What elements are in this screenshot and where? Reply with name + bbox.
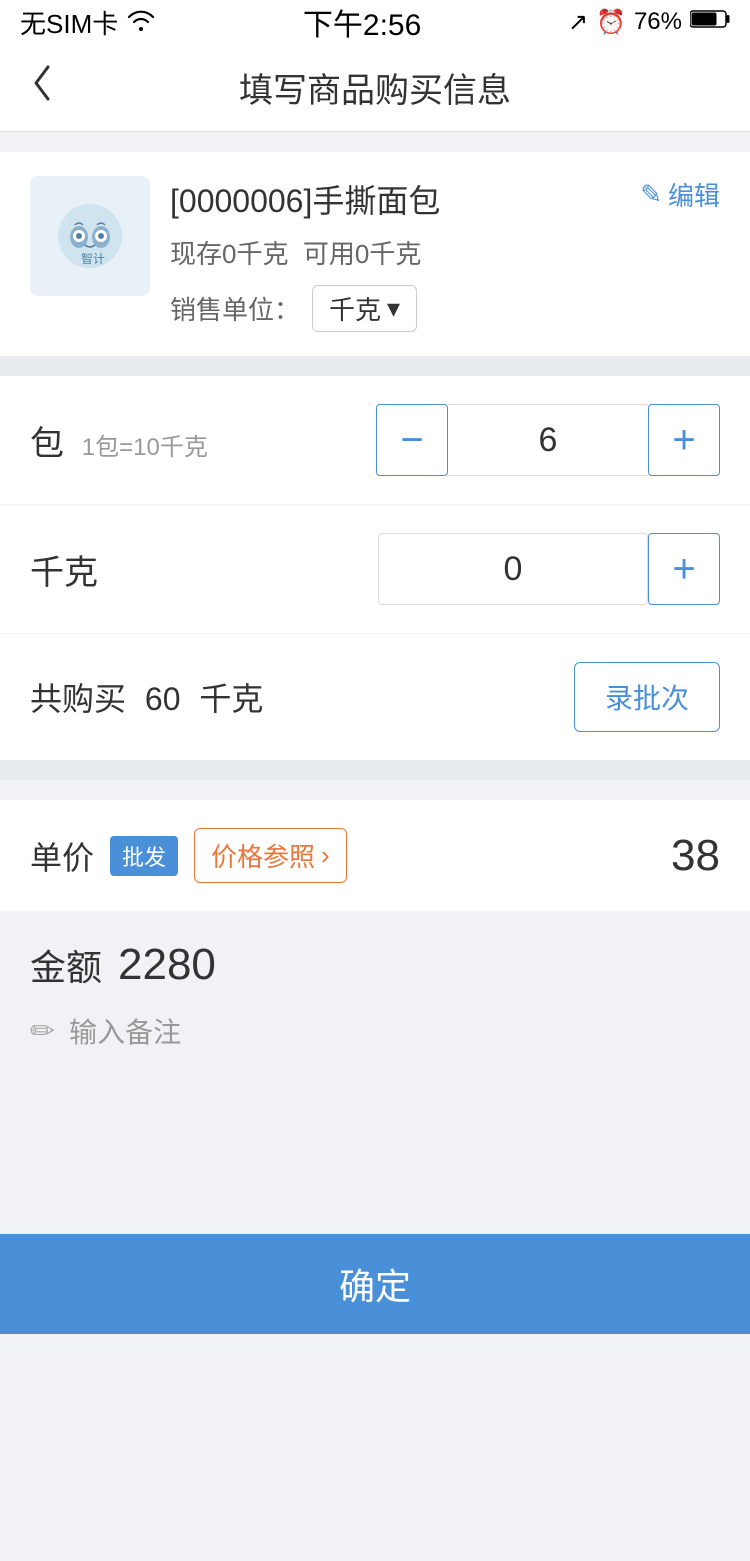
product-card: 智计 [0000006]手撕面包 现存0千克 可用0千克 销售单位： 千克 ▾ …	[0, 152, 750, 356]
carrier-text: 无SIM卡	[20, 4, 118, 41]
amount-row: 金额 2280	[30, 939, 720, 991]
product-stock: 现存0千克 可用0千克	[170, 234, 720, 271]
price-ref-icon: ›	[321, 840, 330, 871]
kg-quantity-input[interactable]	[378, 533, 648, 605]
total-row: 共购买 60 千克 录批次	[0, 634, 750, 760]
back-button[interactable]	[30, 63, 54, 113]
section-divider-1	[0, 356, 750, 376]
status-right: ↗ ⏰ 76%	[568, 8, 730, 37]
product-info: [0000006]手撕面包 现存0千克 可用0千克 销售单位： 千克 ▾	[170, 176, 720, 332]
price-ref-button[interactable]: 价格参照 ›	[194, 828, 347, 883]
section-divider-2	[0, 760, 750, 780]
alarm-icon: ⏰	[596, 8, 626, 37]
pack-plus-button[interactable]: +	[648, 404, 720, 476]
edit-button[interactable]: ✎ 编辑	[640, 176, 720, 213]
pack-minus-button[interactable]: −	[376, 404, 448, 476]
kg-label: 千克	[30, 545, 98, 594]
remark-placeholder: 输入备注	[69, 1011, 181, 1051]
batch-button[interactable]: 录批次	[574, 662, 720, 732]
product-name: [0000006]手撕面包	[170, 176, 720, 222]
kg-quantity-row: 千克 +	[0, 505, 750, 634]
kg-quantity-control: +	[378, 533, 720, 605]
price-left: 单价 批发 价格参照 ›	[30, 828, 347, 883]
svg-text:智计: 智计	[81, 251, 105, 266]
unit-select[interactable]: 千克 ▾	[312, 285, 417, 332]
pencil-icon: ✏	[30, 1014, 55, 1049]
edit-icon: ✎	[640, 179, 662, 210]
pack-quantity-row: 包 1包=10千克 − +	[0, 376, 750, 505]
amount-label: 金额	[30, 939, 102, 991]
pack-quantity-control: − +	[376, 404, 720, 476]
product-image: 智计	[30, 176, 150, 296]
price-label: 单价	[30, 833, 94, 879]
amount-section: 金额 2280 ✏ 输入备注	[0, 911, 750, 1061]
price-value: 38	[671, 831, 720, 881]
page-title: 填写商品购买信息	[239, 63, 511, 112]
kg-plus-button[interactable]: +	[648, 533, 720, 605]
status-time: 下午2:56	[303, 0, 421, 44]
amount-value: 2280	[118, 940, 216, 990]
pack-quantity-input[interactable]	[448, 404, 648, 476]
status-bar: 无SIM卡 下午2:56 ↗ ⏰ 76%	[0, 0, 750, 44]
wifi-icon	[126, 7, 156, 38]
location-icon: ↗	[568, 8, 588, 37]
status-left: 无SIM卡	[20, 4, 156, 41]
battery-text: 76%	[634, 8, 682, 36]
pack-label: 包 1包=10千克	[30, 416, 208, 465]
price-section: 单价 批发 价格参照 › 38	[0, 800, 750, 911]
product-unit: 销售单位： 千克 ▾	[170, 285, 720, 332]
confirm-button[interactable]: 确定	[0, 1234, 750, 1334]
price-batch-tag: 批发	[110, 836, 178, 876]
total-text: 共购买 60 千克	[30, 674, 263, 720]
nav-bar: 填写商品购买信息	[0, 44, 750, 132]
battery-icon	[690, 8, 730, 36]
remark-row[interactable]: ✏ 输入备注	[30, 1011, 720, 1051]
